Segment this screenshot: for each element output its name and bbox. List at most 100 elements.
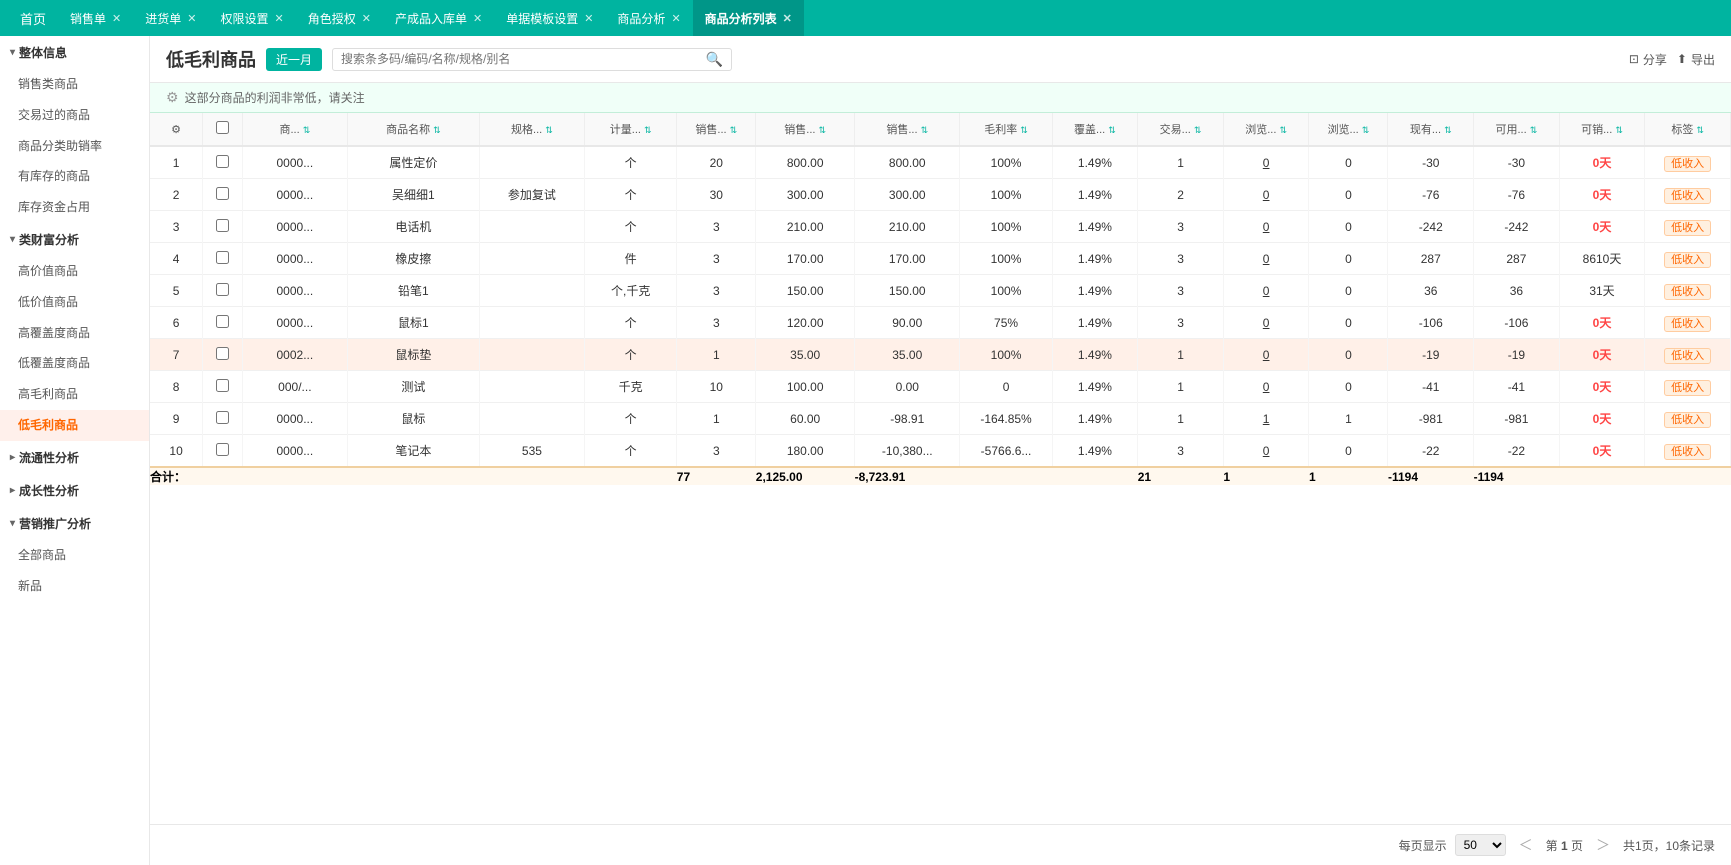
row-name[interactable]: 鼠标垫	[348, 339, 480, 371]
sidebar-group-wealth[interactable]: ▾ 类财富分析	[0, 223, 149, 256]
close-icon[interactable]: ✕	[362, 12, 371, 25]
row-name[interactable]: 鼠标1	[348, 307, 480, 339]
sidebar-item-all-goods[interactable]: 全部商品	[0, 540, 149, 571]
sidebar-group-growth[interactable]: ▸ 成长性分析	[0, 474, 149, 507]
nav-sales-order[interactable]: 销售单 ✕	[58, 0, 133, 36]
row-tag[interactable]: 低收入	[1645, 403, 1731, 435]
next-page-button[interactable]: ＞	[1591, 833, 1615, 857]
sidebar-item-new-goods[interactable]: 新品	[0, 571, 149, 602]
sidebar-item-in-stock[interactable]: 有库存的商品	[0, 161, 149, 192]
row-name[interactable]: 测试	[348, 371, 480, 403]
col-checkbox[interactable]	[203, 113, 243, 146]
row-name[interactable]: 橡皮擦	[348, 243, 480, 275]
page-size-select[interactable]: 50 100 200	[1455, 834, 1506, 856]
row-tag[interactable]: 低收入	[1645, 211, 1731, 243]
close-icon[interactable]: ✕	[473, 12, 482, 25]
row-checkbox[interactable]	[203, 435, 243, 468]
sidebar-item-high-coverage[interactable]: 高覆盖度商品	[0, 318, 149, 349]
row-tag[interactable]: 低收入	[1645, 307, 1731, 339]
col-settings[interactable]: ⚙	[150, 113, 203, 146]
close-icon[interactable]: ✕	[275, 12, 284, 25]
search-icon[interactable]: 🔍	[706, 51, 723, 68]
row-name[interactable]: 吴细细1	[348, 179, 480, 211]
col-view2-header[interactable]: 浏览... ⇅	[1309, 113, 1388, 146]
sidebar-item-low-coverage[interactable]: 低覆盖度商品	[0, 348, 149, 379]
sidebar-item-low-margin[interactable]: 低毛利商品	[0, 410, 149, 441]
row-name[interactable]: 笔记本	[348, 435, 480, 468]
col-available-header[interactable]: 可用... ⇅	[1474, 113, 1560, 146]
search-input[interactable]	[341, 52, 706, 66]
col-cover-header[interactable]: 覆盖... ⇅	[1052, 113, 1138, 146]
row-name[interactable]: 鼠标	[348, 403, 480, 435]
col-sales-qty-header[interactable]: 销售... ⇅	[677, 113, 756, 146]
row-checkbox[interactable]	[203, 371, 243, 403]
sidebar-group-overall[interactable]: ▾ 整体信息	[0, 36, 149, 69]
row-tag[interactable]: 低收入	[1645, 146, 1731, 179]
nav-product-analysis-list[interactable]: 商品分析列表 ✕	[693, 0, 804, 36]
row-checkbox[interactable]	[203, 146, 243, 179]
sidebar-item-sales-goods[interactable]: 销售类商品	[0, 69, 149, 100]
row-name[interactable]: 属性定价	[348, 146, 480, 179]
row-checkbox[interactable]	[203, 243, 243, 275]
row-checkbox[interactable]	[203, 211, 243, 243]
row-view1[interactable]: 0	[1223, 275, 1309, 307]
row-view1[interactable]: 0	[1223, 435, 1309, 468]
row-name[interactable]: 铅笔1	[348, 275, 480, 307]
sidebar-item-category-sales-rate[interactable]: 商品分类助销率	[0, 131, 149, 162]
row-view1[interactable]: 0	[1223, 243, 1309, 275]
date-filter-button[interactable]: 近一月	[266, 48, 322, 71]
close-icon[interactable]: ✕	[584, 12, 593, 25]
row-tag[interactable]: 低收入	[1645, 275, 1731, 307]
sidebar-group-marketing[interactable]: ▾ 营销推广分析	[0, 507, 149, 540]
row-checkbox[interactable]	[203, 275, 243, 307]
nav-role-auth[interactable]: 角色授权 ✕	[296, 0, 383, 36]
col-name-header[interactable]: 商品名称 ⇅	[348, 113, 480, 146]
nav-permission-settings[interactable]: 权限设置 ✕	[208, 0, 295, 36]
row-checkbox[interactable]	[203, 403, 243, 435]
close-icon[interactable]: ✕	[783, 12, 792, 25]
row-checkbox[interactable]	[203, 179, 243, 211]
col-unit-header[interactable]: 计量... ⇅	[585, 113, 677, 146]
close-icon[interactable]: ✕	[187, 12, 196, 25]
row-tag[interactable]: 低收入	[1645, 435, 1731, 468]
nav-purchase-order[interactable]: 进货单 ✕	[133, 0, 208, 36]
prev-page-button[interactable]: ＜	[1514, 833, 1538, 857]
col-trade-header[interactable]: 交易... ⇅	[1138, 113, 1224, 146]
row-checkbox[interactable]	[203, 307, 243, 339]
col-sales-price-header[interactable]: 销售... ⇅	[756, 113, 855, 146]
col-spec-header[interactable]: 规格... ⇅	[479, 113, 584, 146]
select-all-checkbox[interactable]	[216, 121, 229, 134]
row-checkbox[interactable]	[203, 339, 243, 371]
row-view1[interactable]: 0	[1223, 146, 1309, 179]
row-tag[interactable]: 低收入	[1645, 371, 1731, 403]
nav-product-analysis[interactable]: 商品分析 ✕	[605, 0, 692, 36]
row-view1[interactable]: 1	[1223, 403, 1309, 435]
row-name[interactable]: 电话机	[348, 211, 480, 243]
sidebar-item-traded-goods[interactable]: 交易过的商品	[0, 100, 149, 131]
row-view1[interactable]: 0	[1223, 371, 1309, 403]
sidebar-item-low-value[interactable]: 低价值商品	[0, 287, 149, 318]
nav-home[interactable]: 首页	[8, 0, 58, 36]
col-code-header[interactable]: 商... ⇅	[242, 113, 347, 146]
col-sales-amount-header[interactable]: 销售... ⇅	[855, 113, 960, 146]
nav-template-settings[interactable]: 单据模板设置 ✕	[494, 0, 605, 36]
row-tag[interactable]: 低收入	[1645, 179, 1731, 211]
sidebar-item-high-margin[interactable]: 高毛利商品	[0, 379, 149, 410]
col-tag-header[interactable]: 标签 ⇅	[1645, 113, 1731, 146]
sidebar-item-high-value[interactable]: 高价值商品	[0, 256, 149, 287]
sidebar-item-stock-capital[interactable]: 库存资金占用	[0, 192, 149, 223]
col-saleable-header[interactable]: 可销... ⇅	[1559, 113, 1645, 146]
row-view1[interactable]: 0	[1223, 339, 1309, 371]
row-tag[interactable]: 低收入	[1645, 243, 1731, 275]
sidebar-group-liquidity[interactable]: ▸ 流通性分析	[0, 441, 149, 474]
close-icon[interactable]: ✕	[671, 12, 680, 25]
col-current-header[interactable]: 现有... ⇅	[1388, 113, 1474, 146]
col-view1-header[interactable]: 浏览... ⇅	[1223, 113, 1309, 146]
row-view1[interactable]: 0	[1223, 211, 1309, 243]
col-margin-header[interactable]: 毛利率 ⇅	[960, 113, 1052, 146]
close-icon[interactable]: ✕	[112, 12, 121, 25]
data-table-wrapper[interactable]: ⚙ 商... ⇅ 商品名称 ⇅ 规格... ⇅ 计量... ⇅ 销售... ⇅ …	[150, 113, 1731, 824]
share-button[interactable]: ⊡ 分享	[1629, 51, 1667, 68]
export-button[interactable]: ⬆ 导出	[1677, 51, 1715, 68]
row-tag[interactable]: 低收入	[1645, 339, 1731, 371]
